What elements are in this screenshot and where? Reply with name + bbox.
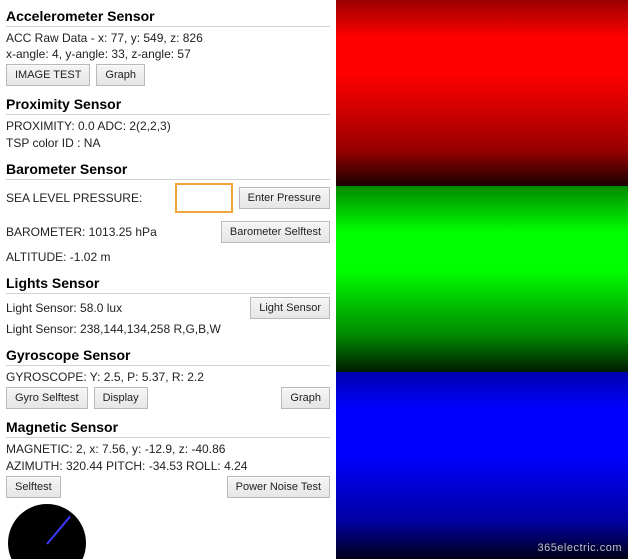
barometer-section: Barometer Sensor SEA LEVEL PRESSURE: Ent… [6,157,330,265]
gyroscope-reading: GYROSCOPE: Y: 2.5, P: 5.37, R: 2.2 [6,369,330,385]
green-band [336,186,628,372]
barometer-title: Barometer Sensor [6,157,330,180]
magnetic-section: Magnetic Sensor MAGNETIC: 2, x: 7.56, y:… [6,415,330,559]
lights-title: Lights Sensor [6,271,330,294]
sensor-panel: Accelerometer Sensor ACC Raw Data - x: 7… [0,0,336,559]
display-test-panel: 365electric.com [336,0,628,559]
altitude-reading: ALTITUDE: -1.02 m [6,249,330,265]
blue-band [336,372,628,559]
barometer-selftest-button[interactable]: Barometer Selftest [221,221,330,243]
magnetic-title: Magnetic Sensor [6,415,330,438]
enter-pressure-button[interactable]: Enter Pressure [239,187,330,209]
watermark: 365electric.com [537,542,622,554]
gyroscope-title: Gyroscope Sensor [6,343,330,366]
gyro-graph-button[interactable]: Graph [281,387,330,409]
magnetic-apr: AZIMUTH: 320.44 PITCH: -34.53 ROLL: 4.24 [6,458,330,474]
light-lux: Light Sensor: 58.0 lux [6,300,122,316]
compass-icon: 3 [8,504,86,559]
gyro-selftest-button[interactable]: Gyro Selftest [6,387,88,409]
accelerometer-graph-button[interactable]: Graph [96,64,145,86]
compass-needle [46,515,71,544]
magnetic-selftest-button[interactable]: Selftest [6,476,61,498]
accelerometer-title: Accelerometer Sensor [6,4,330,27]
red-band [336,0,628,186]
lights-section: Lights Sensor Light Sensor: 58.0 lux Lig… [6,271,330,337]
accelerometer-section: Accelerometer Sensor ACC Raw Data - x: 7… [6,4,330,86]
sea-level-label: SEA LEVEL PRESSURE: [6,190,142,206]
accelerometer-raw: ACC Raw Data - x: 77, y: 549, z: 826 [6,30,330,46]
gyro-display-button[interactable]: Display [94,387,148,409]
proximity-tsp: TSP color ID : NA [6,135,330,151]
barometer-reading: BAROMETER: 1013.25 hPa [6,224,157,240]
proximity-title: Proximity Sensor [6,92,330,115]
accelerometer-angle: x-angle: 4, y-angle: 33, z-angle: 57 [6,46,330,62]
proximity-section: Proximity Sensor PROXIMITY: 0.0 ADC: 2(2… [6,92,330,150]
light-rgbw: Light Sensor: 238,144,134,258 R,G,B,W [6,321,330,337]
sea-level-input[interactable] [175,183,233,213]
light-sensor-button[interactable]: Light Sensor [250,297,330,319]
gyroscope-section: Gyroscope Sensor GYROSCOPE: Y: 2.5, P: 5… [6,343,330,409]
image-test-button[interactable]: IMAGE TEST [6,64,90,86]
magnetic-xyz: MAGNETIC: 2, x: 7.56, y: -12.9, z: -40.8… [6,441,330,457]
power-noise-test-button[interactable]: Power Noise Test [227,476,330,498]
proximity-reading: PROXIMITY: 0.0 ADC: 2(2,2,3) [6,118,330,134]
